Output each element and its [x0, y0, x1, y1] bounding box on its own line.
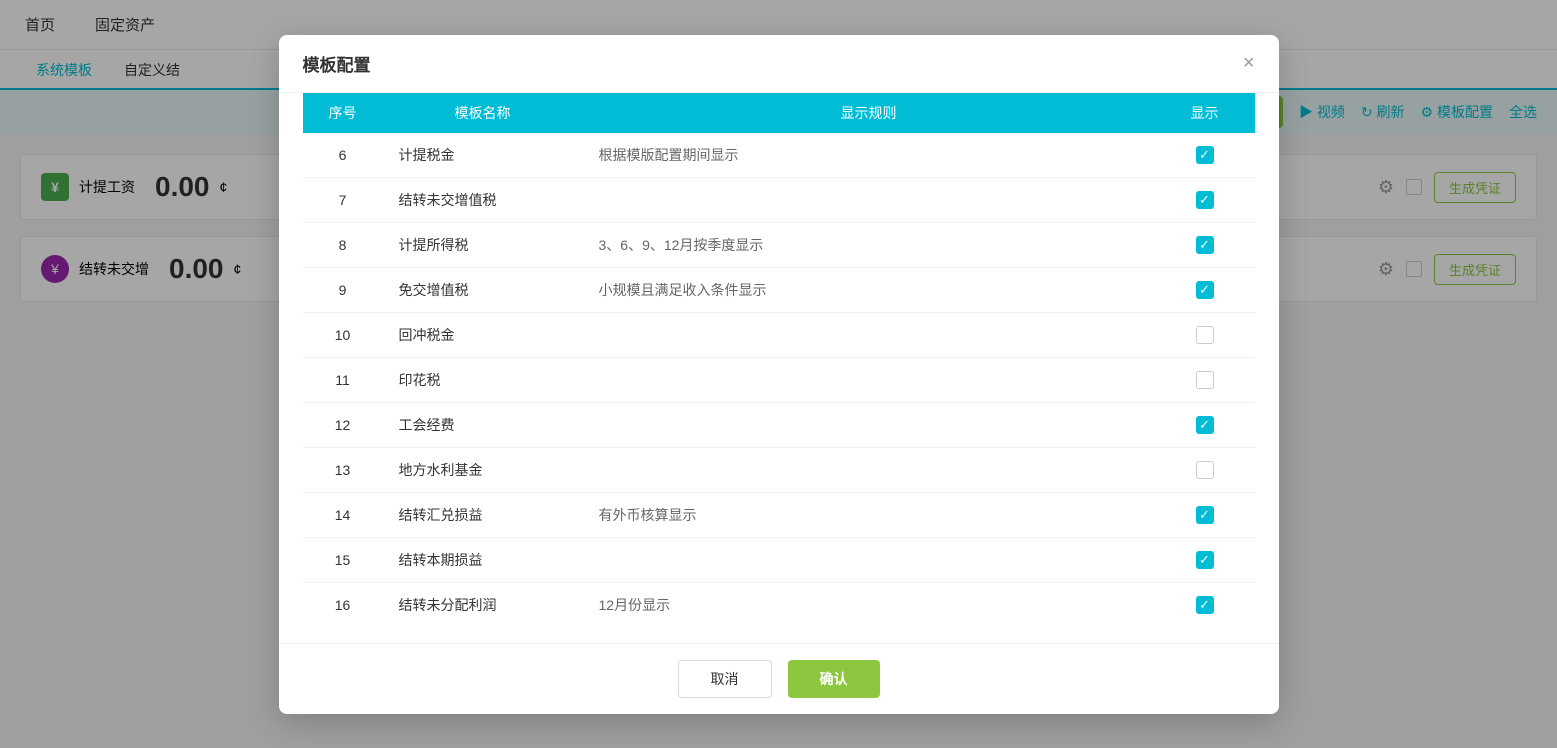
checkbox-checked[interactable]: ✓ — [1196, 281, 1214, 299]
modal-template-config: 模板配置 × 序号 模板名称 显示规则 显示 6计提税金根据模版配置期间显 — [279, 35, 1279, 714]
config-table: 序号 模板名称 显示规则 显示 6计提税金根据模版配置期间显示✓7结转未交增值税… — [303, 93, 1255, 627]
cell-name: 计提税金 — [383, 133, 583, 178]
cell-name: 免交增值税 — [383, 267, 583, 312]
modal-overlay: 模板配置 × 序号 模板名称 显示规则 显示 6计提税金根据模版配置期间显 — [0, 0, 1557, 748]
modal-header: 模板配置 × — [279, 35, 1279, 93]
cell-checkbox[interactable]: ✓ — [1155, 537, 1255, 582]
cell-index: 15 — [303, 537, 383, 582]
table-row: 16结转未分配利润12月份显示 ✓ — [303, 582, 1255, 627]
cell-checkbox[interactable]: ✓ — [1155, 492, 1255, 537]
confirm-button[interactable]: 确认 — [788, 660, 880, 698]
table-row: 14结转汇兑损益有外币核算显示 ✓ — [303, 492, 1255, 537]
table-row: 10回冲税金 — [303, 312, 1255, 357]
cell-checkbox[interactable] — [1155, 357, 1255, 402]
cell-rule: 根据模版配置期间显示 — [583, 133, 1155, 178]
cell-index: 12 — [303, 402, 383, 447]
modal-footer: 取消 确认 — [279, 643, 1279, 714]
checkbox-checked[interactable]: ✓ — [1196, 596, 1214, 614]
checkbox-checked[interactable]: ✓ — [1196, 146, 1214, 164]
table-row: 9免交增值税小规模且满足收入条件显示 ✓ — [303, 267, 1255, 312]
table-row: 13地方水利基金 — [303, 447, 1255, 492]
cancel-button[interactable]: 取消 — [678, 660, 772, 698]
checkbox-checked[interactable]: ✓ — [1196, 191, 1214, 209]
cell-checkbox[interactable]: ✓ — [1155, 133, 1255, 178]
cell-checkbox[interactable] — [1155, 312, 1255, 357]
table-row: 12工会经费 ✓ — [303, 402, 1255, 447]
table-row: 8计提所得税3、6、9、12月按季度显示 ✓ — [303, 222, 1255, 267]
checkbox-unchecked[interactable] — [1196, 371, 1214, 389]
checkbox-checked[interactable]: ✓ — [1196, 236, 1214, 254]
cell-index: 14 — [303, 492, 383, 537]
cell-index: 9 — [303, 267, 383, 312]
table-scroll: 序号 模板名称 显示规则 显示 6计提税金根据模版配置期间显示✓7结转未交增值税… — [303, 93, 1255, 627]
col-header-display: 显示 — [1155, 93, 1255, 133]
cell-index: 6 — [303, 133, 383, 178]
cell-name: 印花税 — [383, 357, 583, 402]
checkbox-unchecked[interactable] — [1196, 326, 1214, 344]
cell-rule — [583, 402, 1155, 447]
cell-rule: 3、6、9、12月按季度显示 — [583, 222, 1155, 267]
cell-rule — [583, 537, 1155, 582]
checkbox-checked[interactable]: ✓ — [1196, 506, 1214, 524]
cell-checkbox[interactable] — [1155, 447, 1255, 492]
cell-rule: 12月份显示 — [583, 582, 1155, 627]
cell-name: 结转未分配利润 — [383, 582, 583, 627]
table-row: 7结转未交增值税 ✓ — [303, 177, 1255, 222]
cell-name: 结转汇兑损益 — [383, 492, 583, 537]
col-header-name: 模板名称 — [383, 93, 583, 133]
modal-body: 序号 模板名称 显示规则 显示 6计提税金根据模版配置期间显示✓7结转未交增值税… — [279, 93, 1279, 643]
cell-index: 7 — [303, 177, 383, 222]
col-header-rule: 显示规则 — [583, 93, 1155, 133]
col-header-index: 序号 — [303, 93, 383, 133]
cell-rule: 有外币核算显示 — [583, 492, 1155, 537]
checkbox-checked[interactable]: ✓ — [1196, 551, 1214, 569]
modal-title: 模板配置 — [303, 51, 371, 76]
cell-rule — [583, 312, 1155, 357]
cell-rule — [583, 357, 1155, 402]
cell-index: 10 — [303, 312, 383, 357]
cell-rule: 小规模且满足收入条件显示 — [583, 267, 1155, 312]
cell-checkbox[interactable]: ✓ — [1155, 267, 1255, 312]
cell-checkbox[interactable]: ✓ — [1155, 177, 1255, 222]
cell-index: 13 — [303, 447, 383, 492]
modal-close-button[interactable]: × — [1243, 53, 1255, 73]
table-row: 11印花税 — [303, 357, 1255, 402]
cell-name: 工会经费 — [383, 402, 583, 447]
checkbox-checked[interactable]: ✓ — [1196, 416, 1214, 434]
table-header-row: 序号 模板名称 显示规则 显示 — [303, 93, 1255, 133]
cell-rule — [583, 447, 1155, 492]
cell-rule — [583, 177, 1155, 222]
cell-index: 11 — [303, 357, 383, 402]
cell-name: 计提所得税 — [383, 222, 583, 267]
checkbox-unchecked[interactable] — [1196, 461, 1214, 479]
cell-name: 回冲税金 — [383, 312, 583, 357]
cell-name: 地方水利基金 — [383, 447, 583, 492]
cell-index: 8 — [303, 222, 383, 267]
table-body: 6计提税金根据模版配置期间显示✓7结转未交增值税✓8计提所得税3、6、9、12月… — [303, 133, 1255, 627]
cell-name: 结转本期损益 — [383, 537, 583, 582]
cell-checkbox[interactable]: ✓ — [1155, 222, 1255, 267]
table-row: 15结转本期损益 ✓ — [303, 537, 1255, 582]
cell-checkbox[interactable]: ✓ — [1155, 402, 1255, 447]
cell-index: 16 — [303, 582, 383, 627]
table-row: 6计提税金根据模版配置期间显示 ✓ — [303, 133, 1255, 178]
cell-checkbox[interactable]: ✓ — [1155, 582, 1255, 627]
cell-name: 结转未交增值税 — [383, 177, 583, 222]
